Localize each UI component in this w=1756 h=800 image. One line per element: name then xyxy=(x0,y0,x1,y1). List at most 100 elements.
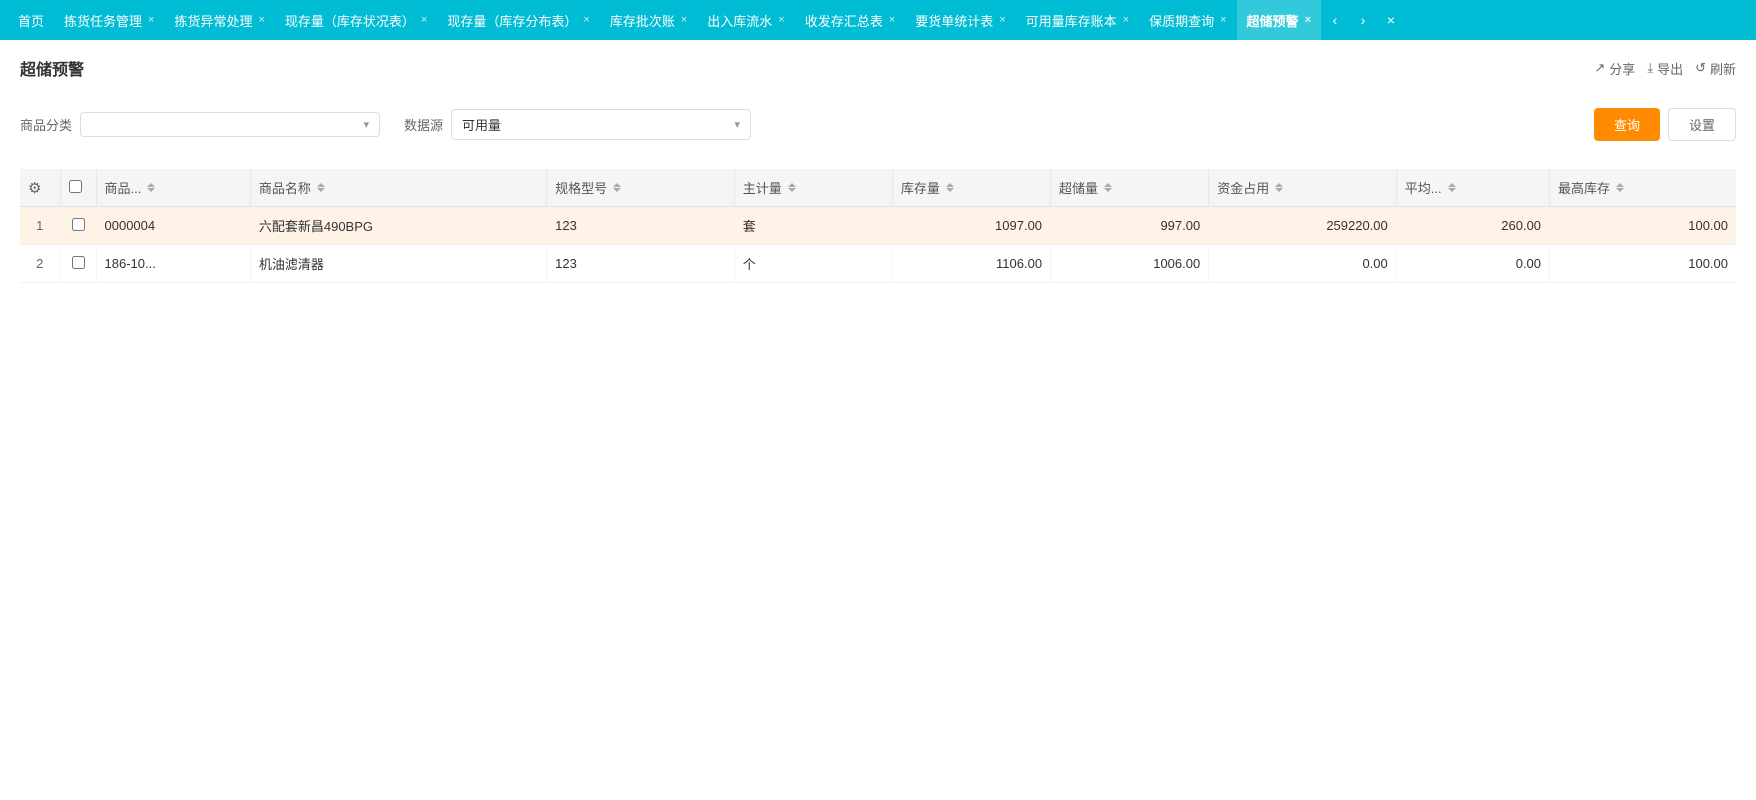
th-max-stock[interactable]: 最高库存 xyxy=(1550,169,1736,207)
close-tab-pick-exception[interactable]: × xyxy=(258,14,264,26)
th-goods-code-label: 商品... xyxy=(105,178,142,197)
category-filter-group: 商品分类 ▾ xyxy=(20,112,380,137)
share-icon: ↗ xyxy=(1594,60,1605,76)
th-over-stock-label: 超储量 xyxy=(1059,178,1098,197)
th-goods-name[interactable]: 商品名称 xyxy=(250,169,546,207)
main-content: 超储预警 ↗ 分享 ⤓ 导出 ↺ 刷新 商品分类 ▾ 数据源 xyxy=(0,40,1756,800)
nav-prev-btn[interactable]: ‹ xyxy=(1321,0,1349,40)
th-goods-name-label: 商品名称 xyxy=(259,178,311,197)
tab-avail-stock[interactable]: 可用量库存账本 × xyxy=(1016,0,1139,40)
refresh-action[interactable]: ↺ 刷新 xyxy=(1695,59,1736,78)
row-spec: 123 xyxy=(547,245,735,283)
category-chevron-down-icon: ▾ xyxy=(363,118,369,131)
table-body: 1 0000004 六配套新昌490BPG 123 套 1097.00 997.… xyxy=(20,207,1736,283)
th-stock[interactable]: 库存量 xyxy=(892,169,1050,207)
page-header: 超储预警 ↗ 分享 ⤓ 导出 ↺ 刷新 xyxy=(20,56,1736,80)
close-tab-over-stock[interactable]: × xyxy=(1305,14,1311,26)
tab-stock-batch[interactable]: 库存批次账 × xyxy=(600,0,697,40)
sort-goods-name-icon xyxy=(317,183,325,192)
table-row: 2 186-10... 机油滤清器 123 个 1106.00 1006.00 … xyxy=(20,245,1736,283)
data-table: ⚙ 商品... 商品名称 xyxy=(20,169,1736,283)
page-title: 超储预警 xyxy=(20,56,84,80)
close-tab-inout-flow[interactable]: × xyxy=(778,14,784,26)
tab-collect-summary[interactable]: 收发存汇总表 × xyxy=(795,0,905,40)
row-goods-code: 0000004 xyxy=(96,207,250,245)
close-tab-order-stats[interactable]: × xyxy=(999,14,1005,26)
settings-button[interactable]: 设置 xyxy=(1668,108,1736,141)
row-checkbox[interactable] xyxy=(72,256,85,269)
th-unit[interactable]: 主计量 xyxy=(734,169,892,207)
tab-stock-dist[interactable]: 现存量（库存分布表） × xyxy=(437,0,599,40)
close-tab-pick-task[interactable]: × xyxy=(148,14,154,26)
sort-capital-icon xyxy=(1275,183,1283,192)
nav-close-btn[interactable]: × xyxy=(1377,0,1405,40)
close-tab-stock-batch[interactable]: × xyxy=(681,14,687,26)
export-icon: ⤓ xyxy=(1647,60,1653,76)
row-index: 1 xyxy=(20,207,60,245)
query-button[interactable]: 查询 xyxy=(1594,108,1660,141)
datasource-select-value: 可用量 xyxy=(462,115,501,134)
row-checkbox-cell xyxy=(60,245,96,283)
row-goods-name: 六配套新昌490BPG xyxy=(250,207,546,245)
filter-area: 商品分类 ▾ 数据源 可用量 ▾ 查询 设置 xyxy=(20,96,1736,153)
th-over-stock[interactable]: 超储量 xyxy=(1051,169,1209,207)
sort-spec-icon xyxy=(613,183,621,192)
row-capital: 259220.00 xyxy=(1209,207,1397,245)
tab-inout-flow[interactable]: 出入库流水 × xyxy=(697,0,794,40)
datasource-chevron-down-icon: ▾ xyxy=(735,118,741,131)
th-avg[interactable]: 平均... xyxy=(1396,169,1549,207)
datasource-select[interactable]: 可用量 ▾ xyxy=(451,109,751,140)
tab-order-stats[interactable]: 要货单统计表 × xyxy=(905,0,1015,40)
tab-over-stock[interactable]: 超储预警 × xyxy=(1237,0,1321,40)
share-action[interactable]: ↗ 分享 xyxy=(1594,59,1635,78)
row-index: 2 xyxy=(20,245,60,283)
close-tab-collect-summary[interactable]: × xyxy=(889,14,895,26)
sort-unit-icon xyxy=(788,183,796,192)
datasource-label: 数据源 xyxy=(404,115,443,134)
row-spec: 123 xyxy=(547,207,735,245)
nav-next-btn[interactable]: › xyxy=(1349,0,1377,40)
select-all-checkbox[interactable] xyxy=(69,180,82,193)
close-tab-stock-status[interactable]: × xyxy=(421,14,427,26)
row-avg: 0.00 xyxy=(1396,245,1549,283)
page-actions: ↗ 分享 ⤓ 导出 ↺ 刷新 xyxy=(1594,59,1736,78)
close-tab-stock-dist[interactable]: × xyxy=(583,14,589,26)
row-goods-code: 186-10... xyxy=(96,245,250,283)
th-unit-label: 主计量 xyxy=(743,178,782,197)
sort-avg-icon xyxy=(1448,183,1456,192)
row-stock: 1097.00 xyxy=(892,207,1050,245)
th-max-stock-label: 最高库存 xyxy=(1558,178,1610,197)
th-select-all xyxy=(60,169,96,207)
th-avg-label: 平均... xyxy=(1405,178,1442,197)
table-row: 1 0000004 六配套新昌490BPG 123 套 1097.00 997.… xyxy=(20,207,1736,245)
export-action[interactable]: ⤓ 导出 xyxy=(1647,59,1683,78)
tab-stock-status[interactable]: 现存量（库存状况表） × xyxy=(275,0,437,40)
row-unit: 套 xyxy=(734,207,892,245)
row-avg: 260.00 xyxy=(1396,207,1549,245)
close-tab-avail-stock[interactable]: × xyxy=(1123,14,1129,26)
row-unit: 个 xyxy=(734,245,892,283)
topbar: 首页 拣货任务管理 × 拣货异常处理 × 现存量（库存状况表） × 现存量（库存… xyxy=(0,0,1756,40)
gear-icon[interactable]: ⚙ xyxy=(28,180,41,197)
th-goods-code[interactable]: 商品... xyxy=(96,169,250,207)
row-checkbox[interactable] xyxy=(72,218,85,231)
tab-pick-task[interactable]: 拣货任务管理 × xyxy=(54,0,164,40)
th-capital[interactable]: 资金占用 xyxy=(1209,169,1397,207)
datasource-filter-group: 数据源 可用量 ▾ xyxy=(404,109,751,140)
tab-pick-exception[interactable]: 拣货异常处理 × xyxy=(164,0,274,40)
sort-max-stock-icon xyxy=(1616,183,1624,192)
sort-stock-icon xyxy=(946,183,954,192)
th-spec-label: 规格型号 xyxy=(555,178,607,197)
category-select[interactable]: ▾ xyxy=(80,112,380,137)
th-spec[interactable]: 规格型号 xyxy=(547,169,735,207)
tab-home[interactable]: 首页 xyxy=(8,0,54,40)
tab-quality-check[interactable]: 保质期查询 × xyxy=(1139,0,1236,40)
refresh-icon: ↺ xyxy=(1695,60,1706,76)
row-stock: 1106.00 xyxy=(892,245,1050,283)
category-label: 商品分类 xyxy=(20,115,72,134)
sort-over-stock-icon xyxy=(1104,183,1112,192)
row-over-stock: 997.00 xyxy=(1051,207,1209,245)
close-tab-quality-check[interactable]: × xyxy=(1220,14,1226,26)
row-capital: 0.00 xyxy=(1209,245,1397,283)
sort-goods-code-icon xyxy=(147,183,155,192)
